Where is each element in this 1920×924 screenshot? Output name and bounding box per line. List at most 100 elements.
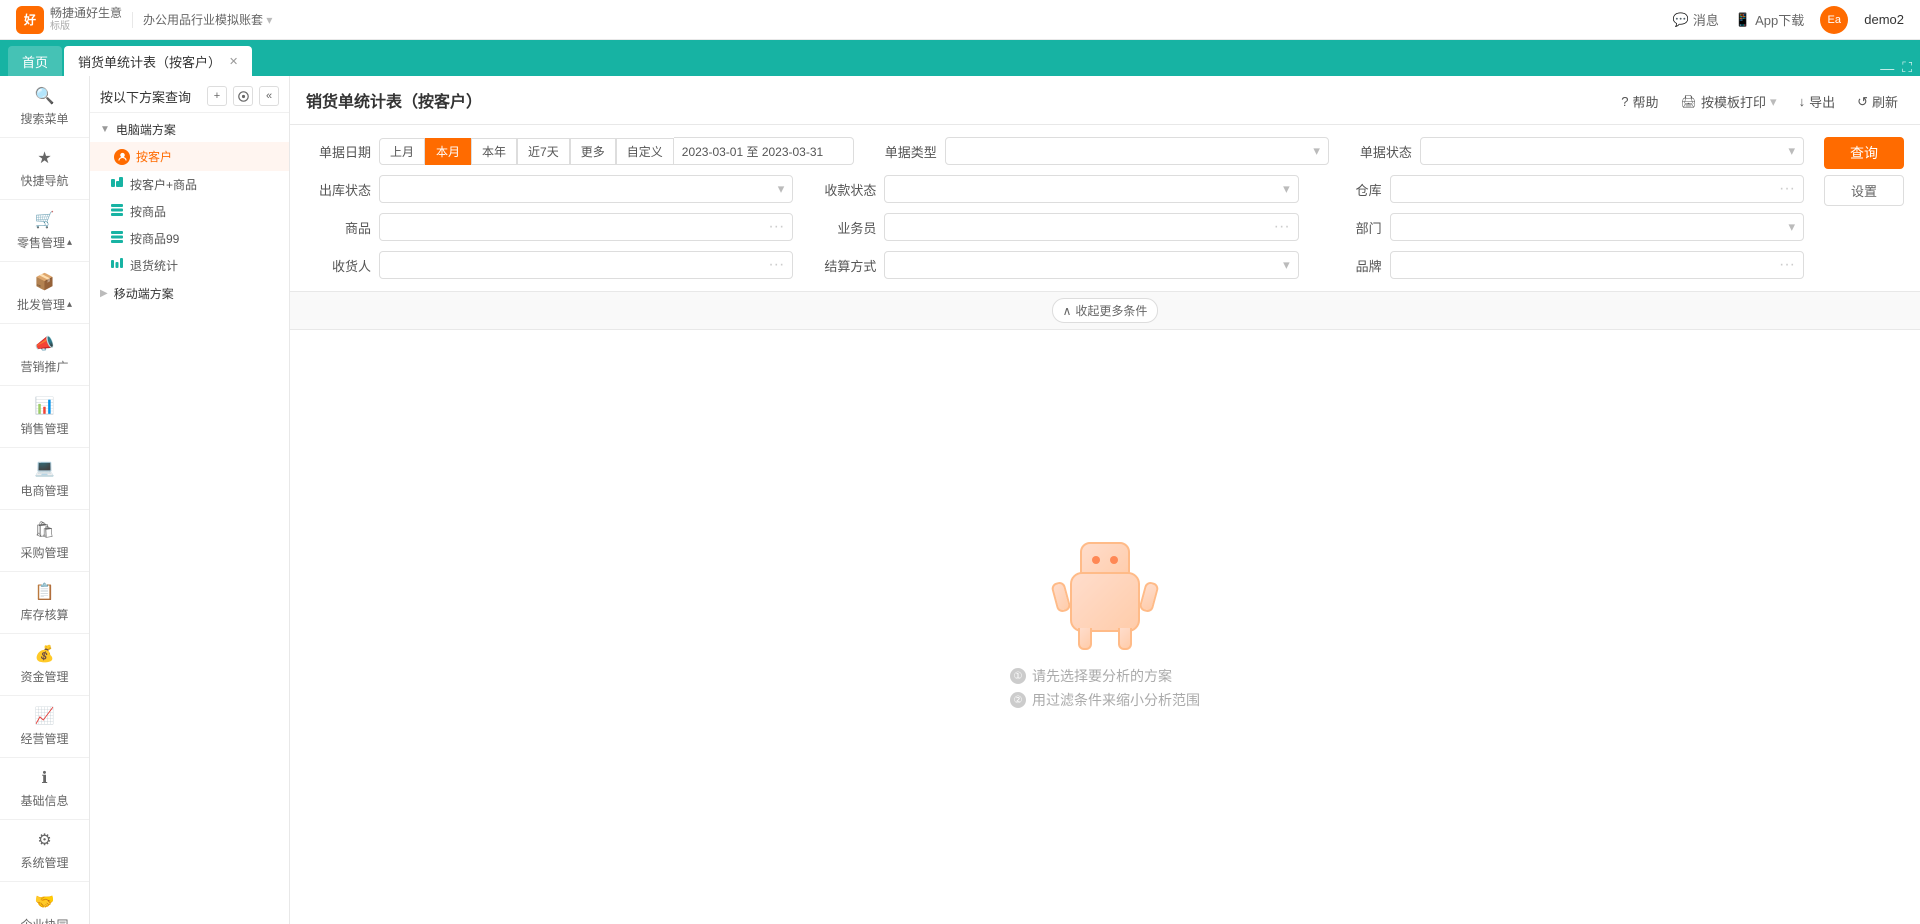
refresh-icon: ↺: [1857, 94, 1868, 110]
desktop-group-arrow: ▼: [100, 124, 110, 135]
collapse-filters-btn[interactable]: ∧ 收起更多条件: [1052, 298, 1159, 323]
retail-icon: 🛒: [35, 210, 55, 230]
sidebar-item-marketing[interactable]: 📣 营销推广: [0, 324, 89, 386]
settings-btn[interactable]: 设置: [1824, 175, 1904, 206]
tab-close-btn[interactable]: ✕: [229, 55, 238, 68]
goods-label: 商品: [306, 218, 371, 237]
scheme-item-return-stat[interactable]: 退货统计: [90, 252, 289, 279]
date-range-text: 2023-03-01 至 2023-03-31: [674, 138, 831, 164]
breadcrumb[interactable]: 办公用品行业模拟账套 ▾: [143, 11, 272, 28]
mobile-group-header[interactable]: ▶ 移动端方案: [90, 279, 289, 308]
app-download-icon: 📱: [1735, 12, 1751, 28]
date-this-year-btn[interactable]: 本年: [471, 138, 517, 165]
query-btn[interactable]: 查询: [1824, 137, 1904, 169]
tab-maximize-btn[interactable]: ⛶: [1902, 59, 1912, 76]
sidebar-item-wholesale-label: 批发管理: [17, 296, 65, 313]
inventory-icon: 📋: [35, 582, 55, 602]
left-panel: 按以下方案查询 + « ▼ 电脑端方案 按客户: [90, 76, 290, 924]
tab-sales-stat[interactable]: 销货单统计表（按客户） ✕: [64, 46, 252, 76]
date-label: 单据日期: [306, 142, 371, 161]
scheme-item-by-goods-99[interactable]: 按商品99: [90, 225, 289, 252]
operation-icon: 📈: [35, 706, 55, 726]
dept-input[interactable]: ▾: [1390, 213, 1804, 241]
print-btn[interactable]: 🖨 按模板打印 ▾: [1675, 88, 1783, 115]
app-download-btn[interactable]: 📱 App下载: [1735, 10, 1804, 29]
receiver-label: 收货人: [306, 256, 371, 275]
out-status-label: 出库状态: [306, 180, 371, 199]
sidebar-item-purchase-label: 采购管理: [20, 544, 68, 561]
print-arrow-icon: ▾: [1770, 94, 1777, 110]
sidebar-item-sales-mgmt[interactable]: 📊 销售管理: [0, 386, 89, 448]
date-this-month-btn[interactable]: 本月: [425, 138, 471, 165]
salesperson-dots[interactable]: ···: [1274, 218, 1290, 236]
empty-hint-2: ② 用过滤条件来缩小分析范围: [1010, 688, 1200, 712]
desktop-group-header[interactable]: ▼ 电脑端方案: [90, 113, 289, 142]
robot-body: [1070, 572, 1140, 632]
sidebar-item-purchase[interactable]: 🛍 采购管理: [0, 510, 89, 572]
out-status-input[interactable]: ▾: [379, 175, 793, 203]
export-btn[interactable]: ↓ 导出: [1793, 88, 1842, 115]
doc-type-arrow-icon: ▾: [1313, 143, 1320, 159]
refresh-btn[interactable]: ↺ 刷新: [1851, 88, 1904, 115]
sidebar-item-wholesale[interactable]: 📦 批发管理 ▴: [0, 262, 89, 324]
sidebar-item-enterprise[interactable]: 🤝 企业协同: [0, 882, 89, 924]
tab-home[interactable]: 首页: [8, 46, 62, 76]
date-last-7-btn[interactable]: 近7天: [517, 138, 570, 165]
date-last-month-btn[interactable]: 上月: [379, 138, 425, 165]
by-customer-goods-icon: [110, 176, 124, 193]
brand-label: 品牌: [1317, 256, 1382, 275]
sidebar-item-operation-label: 经营管理: [20, 730, 68, 747]
date-range-input[interactable]: 2023-03-01 至 2023-03-31: [674, 137, 854, 165]
doc-type-input[interactable]: ▾: [945, 137, 1329, 165]
sidebar-item-quick-nav[interactable]: ★ 快捷导航: [0, 138, 89, 200]
warehouse-dots[interactable]: ···: [1779, 180, 1795, 198]
goods-dots[interactable]: ···: [768, 218, 784, 236]
settle-input[interactable]: ▾: [884, 251, 1298, 279]
tab-minimize-btn[interactable]: —: [1880, 60, 1894, 76]
scheme-item-by-customer-goods[interactable]: 按客户+商品: [90, 171, 289, 198]
sidebar-item-quick-nav-label: 快捷导航: [20, 172, 68, 189]
doc-status-input[interactable]: ▾: [1420, 137, 1804, 165]
marketing-icon: 📣: [35, 334, 55, 354]
sidebar-item-basic-info[interactable]: ℹ 基础信息: [0, 758, 89, 820]
receipt-status-input[interactable]: ▾: [884, 175, 1298, 203]
sidebar-item-search[interactable]: 🔍 搜索菜单: [0, 76, 89, 138]
salesperson-input[interactable]: ···: [884, 213, 1298, 241]
add-scheme-btn[interactable]: +: [207, 86, 227, 106]
sidebar-item-operation[interactable]: 📈 经营管理: [0, 696, 89, 758]
sidebar-item-retail[interactable]: 🛒 零售管理 ▴: [0, 200, 89, 262]
sidebar: 🔍 搜索菜单 ★ 快捷导航 🛒 零售管理 ▴ 📦 批发管理 ▴ 📣 营销推广: [0, 76, 90, 924]
user-avatar[interactable]: Ea: [1820, 6, 1848, 34]
settle-arrow-icon: ▾: [1283, 257, 1290, 273]
collapse-panel-btn[interactable]: «: [259, 86, 279, 106]
mobile-scheme-group: ▶ 移动端方案: [90, 279, 289, 308]
sidebar-item-basic-info-label: 基础信息: [20, 792, 68, 809]
help-btn[interactable]: ? 帮助: [1615, 88, 1664, 115]
scheme-item-by-goods[interactable]: 按商品: [90, 198, 289, 225]
receiver-dots[interactable]: ···: [768, 256, 784, 274]
salesperson-label: 业务员: [811, 218, 876, 237]
app-title: 畅捷通好生意: [50, 6, 122, 20]
date-more-btn[interactable]: 更多: [570, 138, 616, 165]
edit-scheme-btn[interactable]: [233, 86, 253, 106]
message-btn[interactable]: 💬 消息: [1673, 10, 1719, 29]
brand-dots[interactable]: ···: [1779, 256, 1795, 274]
brand-input[interactable]: ···: [1390, 251, 1804, 279]
sidebar-item-inventory[interactable]: 📋 库存核算: [0, 572, 89, 634]
tab-home-label: 首页: [22, 52, 48, 71]
sidebar-item-system-label: 系统管理: [20, 854, 68, 871]
receiver-input[interactable]: ···: [379, 251, 793, 279]
sidebar-item-system[interactable]: ⚙ 系统管理: [0, 820, 89, 882]
tab-bar: 首页 销货单统计表（按客户） ✕ — ⛶: [0, 40, 1920, 76]
sidebar-item-finance[interactable]: 💰 资金管理: [0, 634, 89, 696]
out-status-arrow-icon: ▾: [778, 181, 785, 197]
warehouse-input[interactable]: ···: [1390, 175, 1804, 203]
sidebar-item-ecommerce[interactable]: 💻 电商管理: [0, 448, 89, 510]
goods-input[interactable]: ···: [379, 213, 793, 241]
app-download-label: App下载: [1755, 10, 1804, 29]
date-custom-btn[interactable]: 自定义: [616, 138, 674, 165]
export-label: 导出: [1809, 92, 1835, 111]
hint1-text: 请先选择要分析的方案: [1032, 666, 1172, 686]
scheme-item-by-customer[interactable]: 按客户: [90, 142, 289, 171]
scheme-label-by-customer-goods: 按客户+商品: [130, 176, 197, 193]
